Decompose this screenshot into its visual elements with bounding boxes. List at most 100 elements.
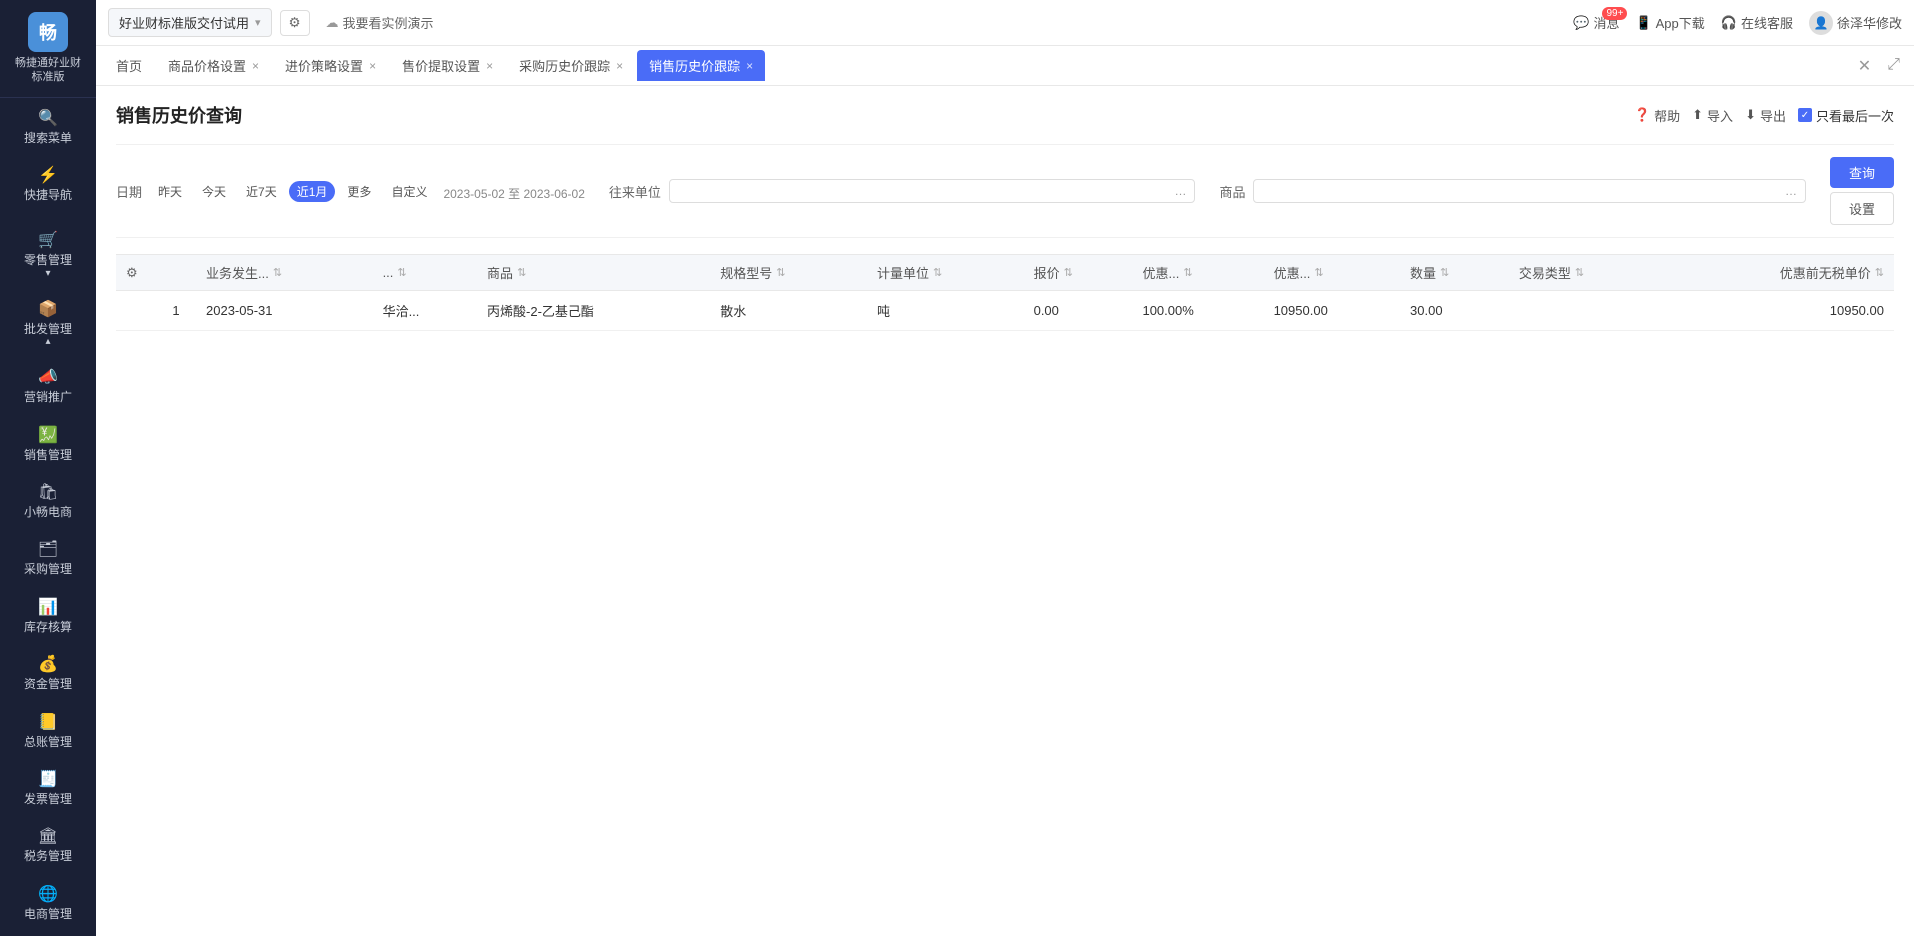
sidebar-item-sales[interactable]: 💹 销售管理 (0, 415, 96, 472)
sidebar-item-inventory[interactable]: 📊 库存核算 (0, 587, 96, 644)
company-selector-chevron: ▾ (255, 16, 261, 29)
th-txtype-sort-icon: ⇅ (1575, 266, 1584, 279)
th-spec[interactable]: 规格型号 ⇅ (710, 255, 867, 291)
sidebar-item-quick-nav[interactable]: ⚡ 快捷导航 (0, 155, 96, 212)
main-area: 好业财标准版交付试用 ▾ ⚙ ☁ 我要看实例演示 💬 消息 99+ 📱 App下… (96, 0, 1914, 936)
tab-purchase-history-close[interactable]: × (616, 59, 623, 73)
date-option-last1month[interactable]: 近1月 (289, 181, 336, 202)
date-option-more[interactable]: 更多 (339, 181, 379, 202)
tab-maximize-btn[interactable]: ⤢ (1881, 54, 1906, 78)
tab-price-extract-close[interactable]: × (486, 59, 493, 73)
export-icon: ⬇ (1745, 107, 1756, 123)
product-filter-group: 商品 … (1219, 179, 1806, 203)
date-option-last7[interactable]: 近7天 (238, 181, 285, 202)
service-btn[interactable]: 🎧 在线客服 (1721, 13, 1793, 32)
app-download-btn[interactable]: 📱 App下载 (1635, 13, 1704, 32)
sidebar-item-tax[interactable]: 🏛 税务管理 (0, 816, 96, 873)
th-discount2-sort-icon: ⇅ (1314, 266, 1323, 279)
retail-expand-icon: ▾ (45, 268, 50, 279)
company-name: 好业财标准版交付试用 (119, 13, 249, 32)
tab-purchase-history[interactable]: 采购历史价跟踪 × (507, 50, 635, 81)
date-option-today[interactable]: 今天 (194, 181, 234, 202)
tab-price-extract[interactable]: 售价提取设置 × (390, 50, 505, 81)
marketing-icon: 📣 (38, 367, 58, 387)
tab-purchase-strategy-close[interactable]: × (369, 59, 376, 73)
page-header: 销售历史价查询 ❓ 帮助 ⬆ 导入 ⬇ 导出 ✓ 只 (116, 102, 1894, 128)
demo-link[interactable]: ☁ 我要看实例演示 (326, 13, 434, 32)
date-option-yesterday[interactable]: 昨天 (150, 181, 190, 202)
sidebar-item-invoice[interactable]: 🧾 发票管理 (0, 759, 96, 816)
tab-sales-history-close[interactable]: × (746, 59, 753, 73)
th-txtype[interactable]: 交易类型 ⇅ (1509, 255, 1666, 291)
demo-icon: ☁ (326, 15, 339, 31)
product-input-more[interactable]: … (1785, 184, 1797, 198)
tab-product-price[interactable]: 商品价格设置 × (156, 50, 271, 81)
data-table: ⚙ 业务发生... ⇅ ... ⇅ (116, 254, 1894, 331)
help-label: 帮助 (1654, 106, 1680, 125)
export-btn[interactable]: ⬇ 导出 (1745, 106, 1786, 125)
sidebar-item-search[interactable]: 🔍 搜索菜单 (0, 98, 96, 155)
import-icon: ⬆ (1692, 107, 1703, 123)
sidebar-item-ecommerce-small[interactable]: 🛍 小畅电商 (0, 472, 96, 529)
message-badge: 99+ (1602, 7, 1627, 20)
quick-nav-icon: ⚡ (38, 165, 58, 185)
date-filter-group: 日期 昨天 今天 近7天 近1月 更多 自定义 2023-05-02 至 202… (116, 181, 585, 202)
sidebar-item-retail[interactable]: 🛒 零售管理 ▾ (0, 220, 96, 288)
sidebar-item-finance[interactable]: 💰 资金管理 (0, 644, 96, 701)
message-btn[interactable]: 💬 消息 99+ (1573, 13, 1619, 32)
topbar: 好业财标准版交付试用 ▾ ⚙ ☁ 我要看实例演示 💬 消息 99+ 📱 App下… (96, 0, 1914, 46)
tab-home[interactable]: 首页 (104, 50, 154, 81)
sidebar-item-purchase[interactable]: 🗂 采购管理 (0, 529, 96, 586)
th-product[interactable]: 商品 ⇅ (477, 255, 710, 291)
th-qty-label: 数量 (1410, 263, 1436, 282)
th-price[interactable]: 报价 ⇅ (1024, 255, 1133, 291)
filter-setting-btn[interactable]: 设置 (1830, 192, 1894, 225)
filter-bar: 日期 昨天 今天 近7天 近1月 更多 自定义 2023-05-02 至 202… (116, 144, 1894, 238)
th-product-sort-icon: ⇅ (517, 266, 526, 279)
tab-sales-history[interactable]: 销售历史价跟踪 × (637, 50, 765, 81)
sidebar: 畅 畅捷通好业财 标准版 🔍 搜索菜单 ⚡ 快捷导航 🛒 零售管理 ▾ 📦 批发… (0, 0, 96, 936)
tab-purchase-strategy[interactable]: 进价策略设置 × (273, 50, 388, 81)
th-unit[interactable]: 计量单位 ⇅ (867, 255, 1024, 291)
row-price: 0.00 (1024, 291, 1133, 331)
partner-input[interactable]: … (669, 179, 1196, 203)
row-notax-price: 10950.00 (1666, 291, 1894, 331)
row-settings (116, 291, 156, 331)
sidebar-item-ledger[interactable]: 📒 总账管理 (0, 702, 96, 759)
tab-product-price-close[interactable]: × (252, 59, 259, 73)
th-more1[interactable]: ... ⇅ (373, 255, 477, 291)
sidebar-logo: 畅 畅捷通好业财 标准版 (0, 0, 96, 98)
help-btn[interactable]: ❓ 帮助 (1634, 106, 1680, 125)
th-txtype-label: 交易类型 (1519, 263, 1571, 282)
last-only-checkbox[interactable]: ✓ 只看最后一次 (1798, 106, 1894, 125)
ecommerce-small-icon: 🛍 (38, 482, 58, 502)
sidebar-item-ecommerce[interactable]: 🌐 电商管理 (0, 874, 96, 931)
search-btn[interactable]: 查询 (1830, 157, 1894, 188)
page-content: 销售历史价查询 ❓ 帮助 ⬆ 导入 ⬇ 导出 ✓ 只 (96, 86, 1914, 936)
sidebar-item-marketing[interactable]: 📣 营销推广 (0, 357, 96, 414)
th-discount2[interactable]: 优惠... ⇅ (1264, 255, 1400, 291)
date-range: 2023-05-02 至 2023-06-02 (443, 185, 584, 202)
import-btn[interactable]: ⬆ 导入 (1692, 106, 1733, 125)
th-notax-price-label: 优惠前无税单价 (1780, 263, 1871, 282)
th-qty-sort-icon: ⇅ (1440, 266, 1449, 279)
th-discount1[interactable]: 优惠... ⇅ (1132, 255, 1263, 291)
topbar-settings-btn[interactable]: ⚙ (280, 10, 310, 36)
sidebar-item-wholesale[interactable]: 📦 批发管理 ▴ (0, 289, 96, 357)
col-settings-gear-icon[interactable]: ⚙ (126, 265, 138, 280)
user-menu[interactable]: 👤 徐泽华修改 (1809, 11, 1902, 35)
tab-close-btn[interactable]: ✕ (1852, 54, 1877, 78)
company-selector[interactable]: 好业财标准版交付试用 ▾ (108, 8, 272, 37)
date-option-custom[interactable]: 自定义 (383, 181, 435, 202)
partner-input-more[interactable]: … (1174, 184, 1186, 198)
th-notax-price[interactable]: 优惠前无税单价 ⇅ (1666, 255, 1894, 291)
th-discount1-label: 优惠... (1142, 263, 1179, 282)
th-bizdate[interactable]: 业务发生... ⇅ (196, 255, 373, 291)
service-icon: 🎧 (1721, 15, 1737, 31)
tab-product-price-label: 商品价格设置 (168, 56, 246, 75)
product-input[interactable]: … (1253, 179, 1806, 203)
th-qty[interactable]: 数量 ⇅ (1400, 255, 1509, 291)
th-settings[interactable]: ⚙ (116, 255, 156, 291)
sidebar-item-assets[interactable]: 🏗 固定资产 (0, 931, 96, 936)
th-price-label: 报价 (1034, 263, 1060, 282)
